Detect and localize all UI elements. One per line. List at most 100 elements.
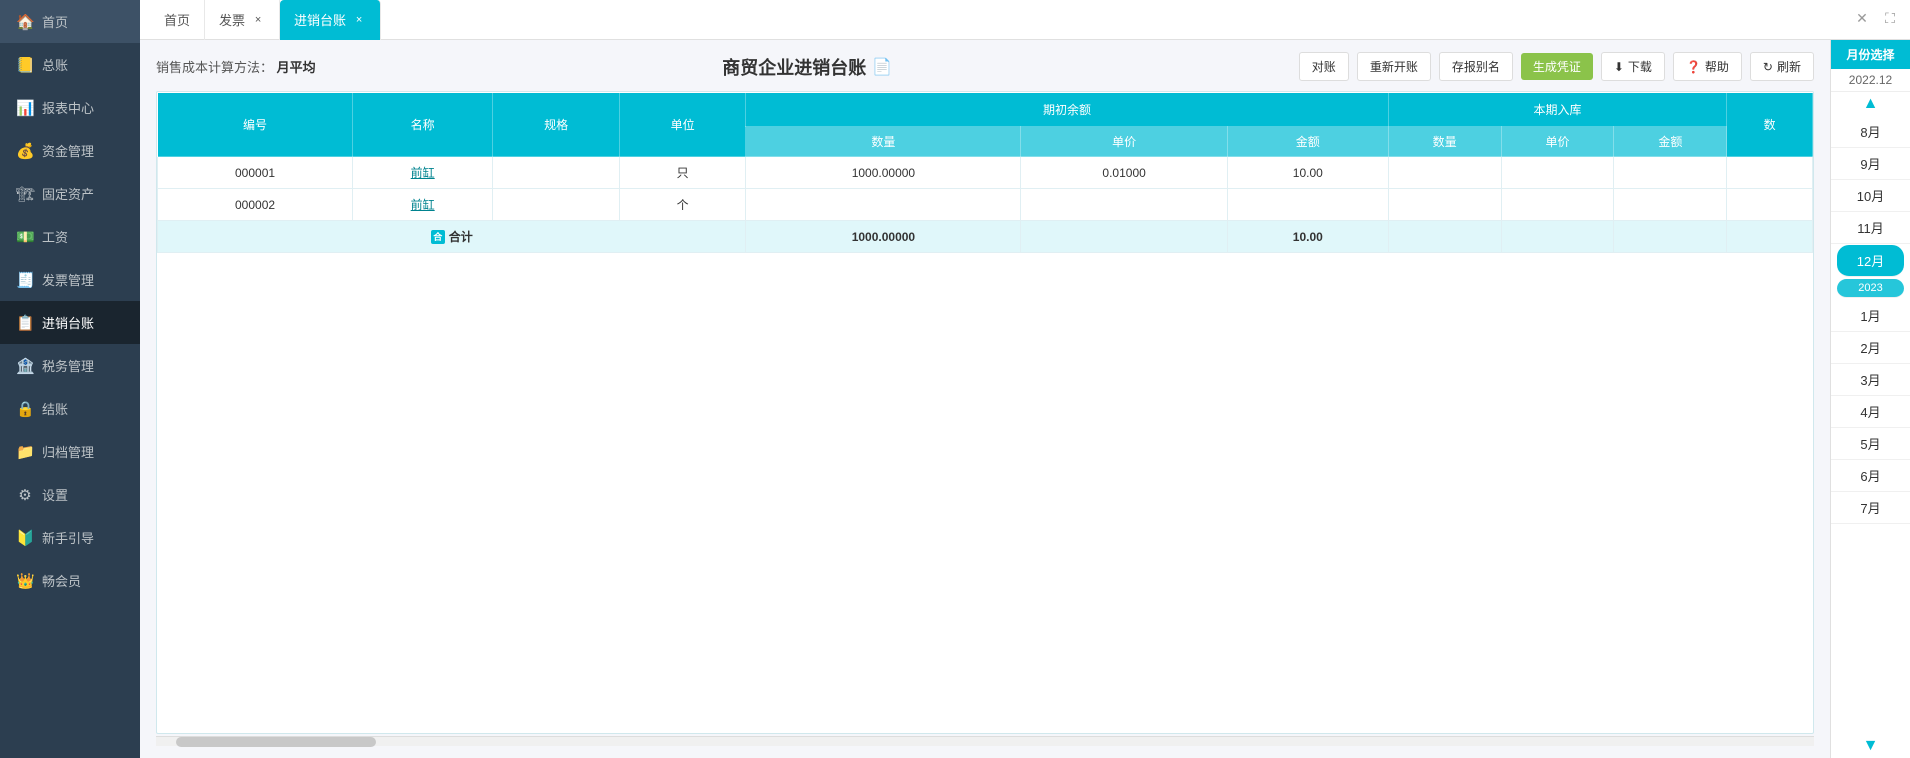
sidebar-label-assets: 固定资产 — [42, 184, 94, 203]
col-qi-amount: 金额 — [1227, 127, 1388, 157]
sidebar-label-invoice-mgmt: 发票管理 — [42, 270, 94, 289]
sidebar-icon-settings: ⚙ — [16, 486, 34, 504]
tab-home[interactable]: 首页 — [150, 0, 205, 40]
total-qi-qty: 1000.00000 — [746, 221, 1021, 253]
cell-spec — [493, 157, 620, 189]
month-item-11月[interactable]: 11月 — [1831, 212, 1910, 244]
sidebar-label-salary: 工资 — [42, 227, 68, 246]
col-in-qty: 数量 — [1388, 127, 1501, 157]
reopen-button[interactable]: 重新开账 — [1357, 52, 1431, 81]
main-area: 首页发票× 进销台账 × ✕ ⛶ 销售成本计算方法： 月平均 商贸企业进销台账 📄 … — [140, 0, 1910, 758]
cell-qi-price — [1021, 189, 1228, 221]
page-title-area: 商贸企业进销台账 📄 — [722, 54, 892, 80]
tab-invoice[interactable]: 发票× — [205, 0, 280, 40]
month-item-2023-2月[interactable]: 2月 — [1831, 332, 1910, 364]
month-item-2023-4月[interactable]: 4月 — [1831, 396, 1910, 428]
horizontal-scrollbar[interactable] — [156, 736, 1814, 746]
download-icon: ⬇ — [1614, 60, 1624, 74]
sidebar-item-closing[interactable]: 🔒结账 — [0, 387, 140, 430]
sidebar-icon-closing: 🔒 — [16, 400, 34, 418]
month-item-8月[interactable]: 8月 — [1831, 116, 1910, 148]
sidebar-icon-ledger: 📒 — [16, 56, 34, 74]
sidebar-item-tax[interactable]: 🏦税务管理 — [0, 344, 140, 387]
sidebar-label-funds: 资金管理 — [42, 141, 94, 160]
sidebar-item-salary[interactable]: 💵工资 — [0, 215, 140, 258]
cell-qi-qty: 1000.00000 — [746, 157, 1021, 189]
month-item-10月[interactable]: 10月 — [1831, 180, 1910, 212]
save-as-button[interactable]: 存报别名 — [1439, 52, 1513, 81]
sidebar-label-ledger: 总账 — [42, 55, 68, 74]
total-label-cell: 合 合计 — [158, 221, 746, 253]
sidebar-icon-inventory: 📋 — [16, 314, 34, 332]
tab-inventory-ledger[interactable]: 进销台账 × — [280, 0, 381, 40]
info-bar: 销售成本计算方法： 月平均 商贸企业进销台账 📄 对账 重新开账 存报别名 生成… — [156, 52, 1814, 81]
cell-in-amount — [1614, 157, 1727, 189]
page-area: 销售成本计算方法： 月平均 商贸企业进销台账 📄 对账 重新开账 存报别名 生成… — [140, 40, 1910, 758]
cell-name[interactable]: 前缸 — [353, 189, 493, 221]
tab-close-invoice[interactable]: × — [251, 13, 265, 27]
month-scroll-down-button[interactable]: ▼ — [1831, 734, 1910, 758]
month-item-2023-5月[interactable]: 5月 — [1831, 428, 1910, 460]
cell-id: 000001 — [158, 157, 353, 189]
total-label-text: 合计 — [449, 228, 473, 245]
tab-close-inventory-ledger[interactable]: × — [352, 13, 366, 27]
col-qi-qty: 数量 — [746, 127, 1021, 157]
sidebar-item-vip[interactable]: 👑畅会员 — [0, 559, 140, 602]
sidebar-item-archive[interactable]: 📁归档管理 — [0, 430, 140, 473]
sidebar-item-guide[interactable]: 🔰新手引导 — [0, 516, 140, 559]
help-icon: ❓ — [1686, 60, 1701, 74]
reconcile-button[interactable]: 对账 — [1299, 52, 1349, 81]
total-in-amount — [1614, 221, 1727, 253]
window-controls: ✕ ⛶ — [1852, 8, 1900, 28]
download-button[interactable]: ⬇ 下载 — [1601, 52, 1665, 81]
month-item-12月[interactable]: 12月 — [1837, 245, 1904, 277]
total-in-price — [1501, 221, 1614, 253]
tab-label-home: 首页 — [164, 10, 190, 29]
cell-in-price — [1501, 189, 1614, 221]
cell-in-amount — [1614, 189, 1727, 221]
sidebar-item-settings[interactable]: ⚙ 设置 — [0, 473, 140, 516]
scrollbar-thumb[interactable] — [176, 737, 376, 747]
sidebar-icon-tax: 🏦 — [16, 357, 34, 375]
sidebar-icon-reports: 📊 — [16, 99, 34, 117]
total-qi-amount: 10.00 — [1227, 221, 1388, 253]
tab-label-inventory-ledger: 进销台账 — [294, 10, 346, 29]
refresh-button[interactable]: ↻ 刷新 — [1750, 52, 1814, 81]
month-panel-title: 月份选择 — [1831, 40, 1910, 69]
sidebar-label-inventory: 进销台账 — [42, 313, 94, 332]
month-item-2023-6月[interactable]: 6月 — [1831, 460, 1910, 492]
sidebar-item-ledger[interactable]: 📒 总账 — [0, 43, 140, 86]
generate-button[interactable]: 生成凭证 — [1521, 53, 1593, 80]
col-unit: 单位 — [619, 93, 746, 157]
sidebar-item-reports[interactable]: 📊报表中心 — [0, 86, 140, 129]
cell-unit: 个 — [619, 189, 746, 221]
col-id: 编号 — [158, 93, 353, 157]
sidebar-label-settings: 设置 — [42, 485, 68, 504]
content: 销售成本计算方法： 月平均 商贸企业进销台账 📄 对账 重新开账 存报别名 生成… — [140, 40, 1830, 758]
month-item-2023-1月[interactable]: 1月 — [1831, 300, 1910, 332]
sidebar-icon-invoice-mgmt: 🧾 — [16, 271, 34, 289]
cell-in-qty — [1388, 189, 1501, 221]
sidebar-item-invoice-mgmt[interactable]: 🧾 发票管理 — [0, 258, 140, 301]
month-scroll-up-button[interactable]: ▲ — [1831, 92, 1910, 116]
total-qi-price — [1021, 221, 1228, 253]
month-item-9月[interactable]: 9月 — [1831, 148, 1910, 180]
maximize-window-button[interactable]: ⛶ — [1880, 8, 1900, 28]
col-qi-price: 单价 — [1021, 127, 1228, 157]
page-title: 商贸企业进销台账 — [722, 54, 866, 80]
month-item-2023-3月[interactable]: 3月 — [1831, 364, 1910, 396]
cell-spec — [493, 189, 620, 221]
table-row: 000002 前缸 个 — [158, 189, 1813, 221]
sidebar-item-inventory[interactable]: 📋 进销台账 — [0, 301, 140, 344]
sidebar-label-guide: 新手引导 — [42, 528, 94, 547]
close-window-button[interactable]: ✕ — [1852, 8, 1872, 28]
cost-method-value: 月平均 — [277, 60, 316, 75]
month-panel-year: 2022.12 — [1831, 69, 1910, 92]
help-button[interactable]: ❓ 帮助 — [1673, 52, 1742, 81]
sidebar-item-home[interactable]: 🏠首页 — [0, 0, 140, 43]
cell-name[interactable]: 前缸 — [353, 157, 493, 189]
sidebar-item-assets[interactable]: 🏗固定资产 — [0, 172, 140, 215]
tab-bar: 首页发票× 进销台账 × ✕ ⛶ — [140, 0, 1910, 40]
month-item-2023-7月[interactable]: 7月 — [1831, 492, 1910, 524]
sidebar-item-funds[interactable]: 💰资金管理 — [0, 129, 140, 172]
